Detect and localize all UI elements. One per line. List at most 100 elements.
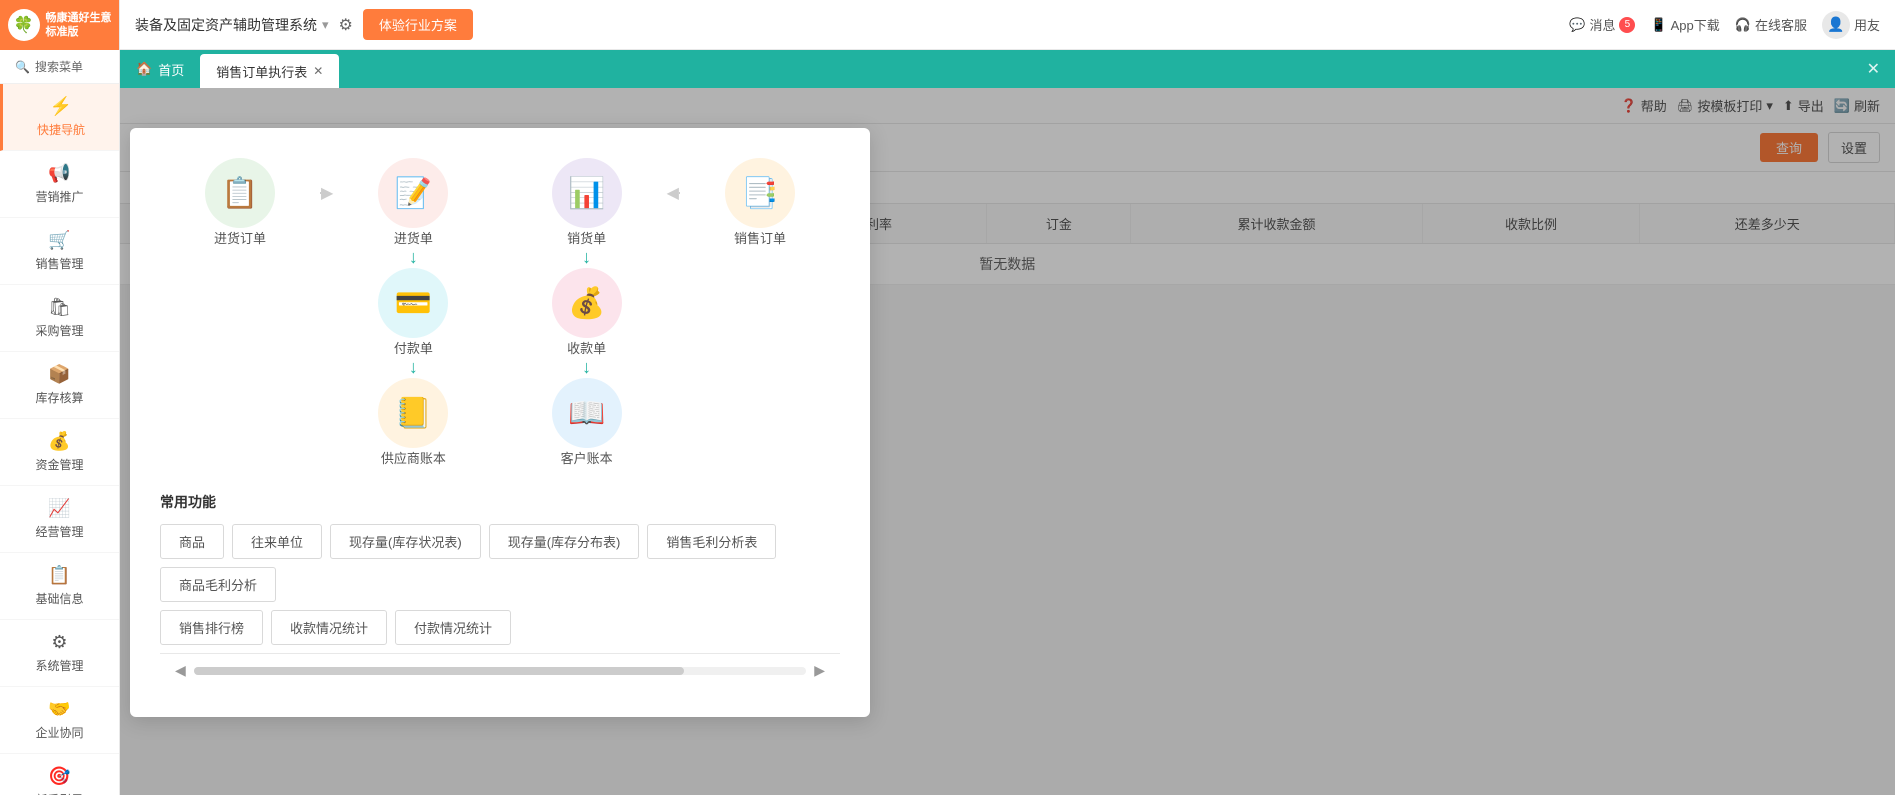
arrow-downs-row2: ↓ ↓ xyxy=(160,357,840,378)
purchase-order-label: 进货订单 xyxy=(214,228,266,247)
sidebar: 🍀 畅康通好生意 标准版 🔍 搜索菜单 ⚡ 快捷导航 📢 营销推广 🛒 销售管理… xyxy=(0,0,120,795)
customer-ledger-circle: 📖 xyxy=(552,378,622,448)
overlay: 📋 进货订单 ▶ 📝 进货单 xyxy=(120,88,1895,795)
space-1 xyxy=(493,193,506,213)
supplier-ledger-label: 供应商账本 xyxy=(381,448,446,467)
flow-item-purchase-doc[interactable]: 📝 进货单 xyxy=(333,158,493,247)
flow-item-customer-ledger[interactable]: 📖 客户账本 xyxy=(507,378,667,467)
content-area: ❓ 帮助 🖨 按模板打印 ▾ ⬆ 导出 🔄 刷新 📅 — 📅 xyxy=(120,88,1895,795)
sidebar-search[interactable]: 🔍 搜索菜单 xyxy=(0,50,119,84)
inventory-icon: 📦 xyxy=(48,364,70,385)
func-grid-row2: 销售排行榜 收款情况统计 付款情况统计 xyxy=(160,610,840,645)
sidebar-item-sales[interactable]: 🛒 销售管理 xyxy=(0,218,119,285)
scroll-left-icon[interactable]: ◀ xyxy=(175,662,186,679)
finance-icon: 💰 xyxy=(48,431,70,452)
message-btn[interactable]: 💬 消息 5 xyxy=(1569,15,1635,34)
topbar: 装备及固定资产辅助管理系统 ▾ ⚙ 体验行业方案 💬 消息 5 📱 App下载 … xyxy=(120,0,1895,50)
service-icon: 🎧 xyxy=(1735,17,1751,33)
sales-doc-label: 销货单 xyxy=(567,228,606,247)
sales-doc-circle: 📊 xyxy=(552,158,622,228)
arrow-downs-row1: ↓ ↓ xyxy=(160,247,840,268)
tab-sales-order[interactable]: 销售订单执行表 ✕ xyxy=(200,54,339,88)
supplier-ledger-circle: 📒 xyxy=(378,378,448,448)
sidebar-item-inventory[interactable]: 📦 库存核算 xyxy=(0,352,119,419)
sidebar-item-marketing[interactable]: 📢 营销推广 xyxy=(0,151,119,218)
sidebar-item-basic-info[interactable]: 📋 基础信息 xyxy=(0,553,119,620)
download-icon: 📱 xyxy=(1650,17,1666,33)
func-btn-payment-stat[interactable]: 付款情况统计 xyxy=(395,610,511,645)
purchase-icon: 🛍 xyxy=(48,297,71,318)
sidebar-item-purchase[interactable]: 🛍 采购管理 xyxy=(0,285,119,352)
logo-icon: 🍀 xyxy=(8,9,40,41)
sales-order-circle: 📑 xyxy=(725,158,795,228)
tab-close-right-btn[interactable]: ✕ xyxy=(1852,50,1895,88)
receipt-label: 收款单 xyxy=(567,338,606,357)
flow-item-sales-doc[interactable]: 📊 销货单 xyxy=(507,158,667,247)
flow-item-receipt[interactable]: 💰 收款单 xyxy=(507,268,667,357)
logo-text: 畅康通好生意 标准版 xyxy=(46,11,112,40)
chevron-down-icon: ▾ xyxy=(322,17,329,33)
sidebar-item-finance[interactable]: 💰 资金管理 xyxy=(0,419,119,486)
tabbar: 🏠 首页 销售订单执行表 ✕ ✕ xyxy=(120,50,1895,88)
flow-item-payment[interactable]: 💳 付款单 xyxy=(333,268,493,357)
scroll-bar-area: ◀ ▶ xyxy=(160,653,840,687)
func-grid-row1: 商品 往来单位 现存量(库存状况表) 现存量(库存分布表) 销售毛利分析表 商品… xyxy=(160,524,840,602)
scroll-thumb xyxy=(194,667,684,675)
flow-row-3: 📒 供应商账本 📖 客户账本 xyxy=(160,378,840,467)
func-btn-stock-dist[interactable]: 现存量(库存分布表) xyxy=(489,524,640,559)
online-service-btn[interactable]: 🎧 在线客服 xyxy=(1735,15,1807,34)
message-icon: 💬 xyxy=(1569,17,1585,33)
search-icon: 🔍 xyxy=(15,60,30,74)
arrow-1: ▶ xyxy=(320,183,333,223)
topbar-system: 装备及固定资产辅助管理系统 ▾ xyxy=(135,15,329,35)
scroll-track[interactable] xyxy=(194,667,806,675)
func-btn-goods[interactable]: 商品 xyxy=(160,524,224,559)
scroll-right-icon[interactable]: ▶ xyxy=(814,662,825,679)
sidebar-item-operation[interactable]: 📈 经营管理 xyxy=(0,486,119,553)
collab-icon: 🤝 xyxy=(48,699,70,720)
sidebar-item-quick-nav[interactable]: ⚡ 快捷导航 xyxy=(0,84,119,151)
flow-item-supplier-ledger[interactable]: 📒 供应商账本 xyxy=(333,378,493,467)
flow-row-2: 💳 付款单 💰 收款单 xyxy=(160,268,840,357)
tab-home[interactable]: 🏠 首页 xyxy=(120,50,200,88)
basic-info-icon: 📋 xyxy=(48,565,70,586)
experience-btn[interactable]: 体验行业方案 xyxy=(363,9,473,40)
main-area: 装备及固定资产辅助管理系统 ▾ ⚙ 体验行业方案 💬 消息 5 📱 App下载 … xyxy=(120,0,1895,795)
home-icon: 🏠 xyxy=(136,61,152,77)
settings-icon[interactable]: ⚙ xyxy=(339,15,353,35)
quick-nav-icon: ⚡ xyxy=(50,96,72,117)
receipt-circle: 💰 xyxy=(552,268,622,338)
tab-close-icon[interactable]: ✕ xyxy=(313,64,323,78)
sales-order-label: 销售订单 xyxy=(734,228,786,247)
func-btn-sales-rank[interactable]: 销售排行榜 xyxy=(160,610,263,645)
operation-icon: 📈 xyxy=(48,498,70,519)
app-download-btn[interactable]: 📱 App下载 xyxy=(1650,15,1719,34)
sidebar-item-system[interactable]: ⚙ 系统管理 xyxy=(0,620,119,687)
func-btn-receipt-stat[interactable]: 收款情况统计 xyxy=(271,610,387,645)
flow-item-sales-order[interactable]: 📑 销售订单 xyxy=(680,158,840,247)
flow-row-1: 📋 进货订单 ▶ 📝 进货单 xyxy=(160,158,840,247)
common-functions-title: 常用功能 xyxy=(160,492,840,512)
func-btn-stock-status[interactable]: 现存量(库存状况表) xyxy=(330,524,481,559)
arrow-2: ◀ xyxy=(667,183,680,223)
message-badge: 5 xyxy=(1619,17,1635,33)
payment-label: 付款单 xyxy=(394,338,433,357)
sidebar-item-collab[interactable]: 🤝 企业协同 xyxy=(0,687,119,754)
flow-item-purchase-order[interactable]: 📋 进货订单 xyxy=(160,158,320,247)
payment-circle: 💳 xyxy=(378,268,448,338)
system-name: 装备及固定资产辅助管理系统 xyxy=(135,15,317,35)
func-btn-sales-gross[interactable]: 销售毛利分析表 xyxy=(647,524,776,559)
sidebar-logo: 🍀 畅康通好生意 标准版 xyxy=(0,0,119,50)
func-btn-partner[interactable]: 往来单位 xyxy=(232,524,322,559)
sidebar-item-newbie[interactable]: 🎯 新手引导 xyxy=(0,754,119,795)
purchase-order-circle: 📋 xyxy=(205,158,275,228)
user-menu[interactable]: 👤 用友 xyxy=(1822,11,1880,39)
customer-ledger-label: 客户账本 xyxy=(561,448,613,467)
avatar: 👤 xyxy=(1822,11,1850,39)
purchase-doc-circle: 📝 xyxy=(378,158,448,228)
system-icon: ⚙ xyxy=(51,632,67,653)
purchase-doc-label: 进货单 xyxy=(394,228,433,247)
newbie-icon: 🎯 xyxy=(48,766,70,787)
func-btn-goods-gross[interactable]: 商品毛利分析 xyxy=(160,567,276,602)
topbar-right: 💬 消息 5 📱 App下载 🎧 在线客服 👤 用友 xyxy=(1569,11,1880,39)
